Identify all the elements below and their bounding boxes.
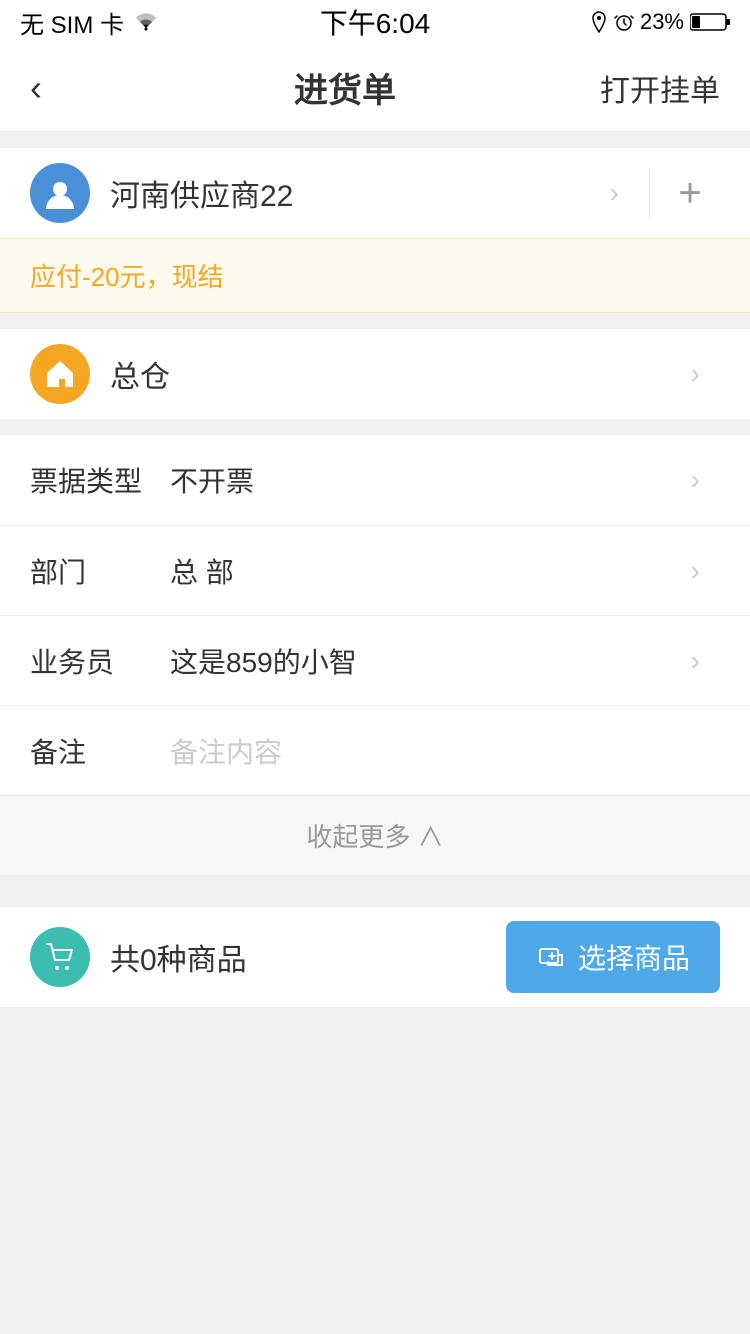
divider-2 xyxy=(0,313,750,329)
location-icon xyxy=(590,11,608,33)
warehouse-name: 总仓 xyxy=(110,352,691,396)
form-card: 票据类型 不开票 › 部门 总 部 › 业务员 这是859的小智 › 备注 备注… xyxy=(0,435,750,875)
department-row[interactable]: 部门 总 部 › xyxy=(0,525,750,615)
status-bar: 无 SIM 卡 下午6:04 23% xyxy=(0,0,750,44)
department-label: 部门 xyxy=(30,551,170,591)
status-left: 无 SIM 卡 xyxy=(20,5,160,40)
invoice-type-row[interactable]: 票据类型 不开票 › xyxy=(0,435,750,525)
nav-bar: ‹ 进货单 打开挂单 xyxy=(0,44,750,132)
department-value: 总 部 xyxy=(170,551,691,591)
back-button[interactable]: ‹ xyxy=(30,67,90,109)
supplier-left[interactable]: 河南供应商22 › xyxy=(30,163,639,223)
product-section: 共0种商品 选择商品 xyxy=(0,907,750,1007)
supplier-avatar xyxy=(30,163,90,223)
product-count-label: 共0种商品 xyxy=(110,935,506,979)
alarm-icon xyxy=(614,11,634,33)
supplier-notice: 应付-20元，现结 xyxy=(0,238,750,313)
product-icon xyxy=(30,927,90,987)
page-title: 进货单 xyxy=(294,63,396,112)
battery-text: 23% xyxy=(640,9,684,35)
select-product-button[interactable]: 选择商品 xyxy=(506,921,720,993)
home-icon xyxy=(43,357,77,391)
divider-3 xyxy=(0,419,750,435)
page-container: 无 SIM 卡 下午6:04 23% xyxy=(0,0,750,1334)
department-chevron-icon: › xyxy=(691,555,700,587)
collapse-label: 收起更多 ∧ xyxy=(306,817,443,854)
salesperson-chevron-icon: › xyxy=(691,645,700,677)
invoice-chevron-icon: › xyxy=(691,464,700,496)
warehouse-chevron-icon: › xyxy=(691,358,700,390)
invoice-type-label: 票据类型 xyxy=(30,460,170,500)
supplier-row[interactable]: 河南供应商22 › + xyxy=(0,148,750,238)
supplier-chevron-icon: › xyxy=(610,177,619,209)
select-product-label: 选择商品 xyxy=(578,937,690,977)
status-right: 23% xyxy=(590,9,730,35)
collapse-button[interactable]: 收起更多 ∧ xyxy=(0,795,750,875)
open-pending-button[interactable]: 打开挂单 xyxy=(600,66,720,110)
salesperson-label: 业务员 xyxy=(30,641,170,681)
warehouse-icon xyxy=(30,344,90,404)
wifi-icon xyxy=(132,12,160,32)
battery-icon xyxy=(690,12,730,32)
product-bar: 共0种商品 选择商品 xyxy=(0,907,750,1007)
status-time: 下午6:04 xyxy=(320,2,431,42)
warehouse-row[interactable]: 总仓 › xyxy=(0,329,750,419)
remark-input[interactable]: 备注内容 xyxy=(170,731,720,771)
salesperson-row[interactable]: 业务员 这是859的小智 › xyxy=(0,615,750,705)
person-icon xyxy=(42,175,78,211)
divider-4 xyxy=(0,875,750,891)
remark-row[interactable]: 备注 备注内容 xyxy=(0,705,750,795)
warehouse-card: 总仓 › xyxy=(0,329,750,419)
supplier-name: 河南供应商22 xyxy=(110,171,610,215)
select-product-icon xyxy=(536,941,568,973)
add-supplier-button[interactable]: + xyxy=(660,163,720,223)
remark-label: 备注 xyxy=(30,731,170,771)
invoice-type-value: 不开票 xyxy=(170,460,691,500)
supplier-card: 河南供应商22 › + 应付-20元，现结 xyxy=(0,148,750,313)
carrier-text: 无 SIM 卡 xyxy=(20,5,124,40)
cart-icon xyxy=(43,940,77,974)
divider-1 xyxy=(0,132,750,148)
salesperson-value: 这是859的小智 xyxy=(170,641,691,681)
supplier-divider xyxy=(649,168,650,218)
